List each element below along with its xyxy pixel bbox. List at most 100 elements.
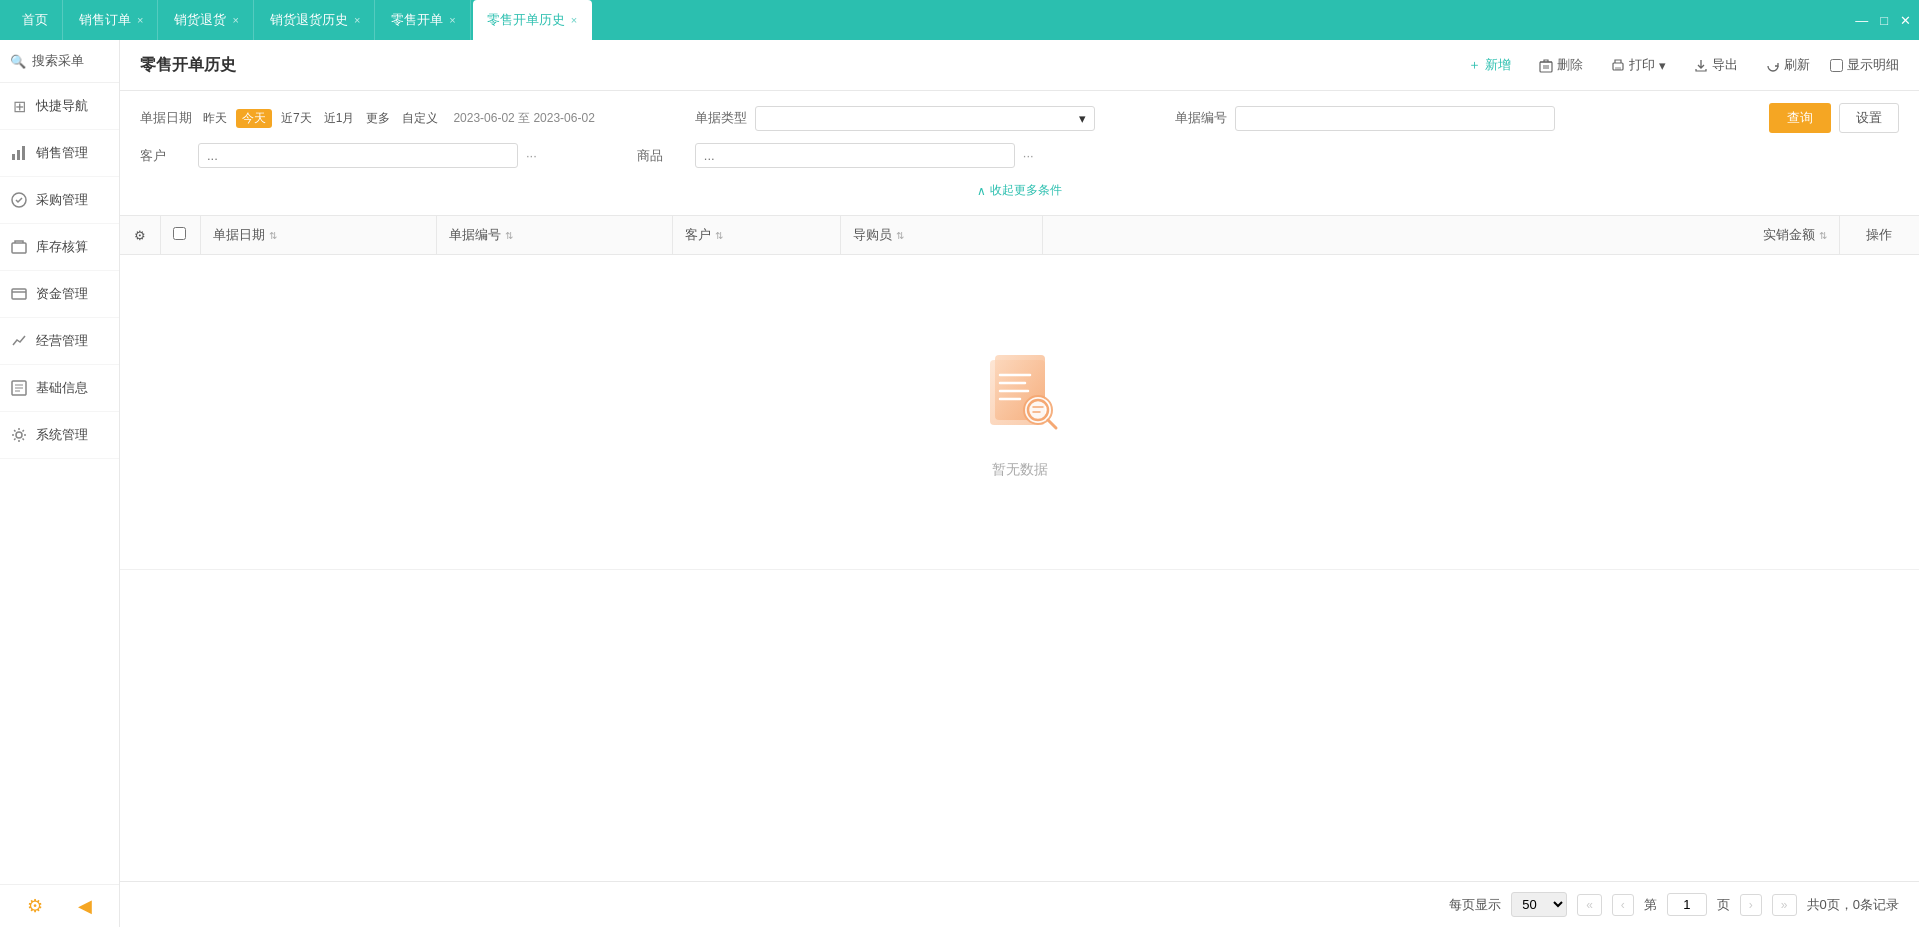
tab-sales-order[interactable]: 销售订单 × <box>65 0 158 40</box>
data-table: ⚙ 单据日期 ⇅ 单据编号 <box>120 216 1919 570</box>
svg-point-7 <box>16 432 22 438</box>
table-head: ⚙ 单据日期 ⇅ 单据编号 <box>120 216 1919 255</box>
th-customer-sort-icon: ⇅ <box>715 230 723 241</box>
delete-button[interactable]: 删除 <box>1531 52 1591 78</box>
th-guide-label: 导购员 <box>853 226 892 244</box>
type-select[interactable]: ▾ <box>755 106 1095 131</box>
customer-input[interactable] <box>198 143 518 168</box>
export-button[interactable]: 导出 <box>1686 52 1746 78</box>
tab-sales-order-close[interactable]: × <box>137 14 143 26</box>
tab-retail-open-close[interactable]: × <box>449 14 455 26</box>
sidebar-item-operations-label: 经营管理 <box>36 332 88 350</box>
print-icon <box>1611 57 1625 73</box>
sidebar-item-finance[interactable]: 资金管理 <box>0 271 119 318</box>
table-settings-icon[interactable]: ⚙ <box>134 228 146 243</box>
first-page-btn[interactable]: « <box>1577 894 1602 916</box>
refresh-label: 刷新 <box>1784 56 1810 74</box>
refresh-button[interactable]: 刷新 <box>1758 52 1818 78</box>
tab-retail-open[interactable]: 零售开单 × <box>377 0 470 40</box>
add-button[interactable]: ＋ 新增 <box>1460 52 1519 78</box>
page-input[interactable] <box>1667 893 1707 916</box>
next-page-btn[interactable]: › <box>1740 894 1762 916</box>
content-area: 零售开单历史 ＋ 新增 删除 <box>120 40 1919 927</box>
tab-sales-return-history-close[interactable]: × <box>354 14 360 26</box>
date-today[interactable]: 今天 <box>236 109 272 128</box>
setting-button[interactable]: 设置 <box>1839 103 1899 133</box>
collapse-button[interactable]: ∧ 收起更多条件 <box>140 178 1899 203</box>
sidebar-collapse-icon[interactable]: ◀ <box>78 895 92 917</box>
goods-input[interactable] <box>695 143 1015 168</box>
sidebar-item-inventory-label: 库存核算 <box>36 238 88 256</box>
th-settings[interactable]: ⚙ <box>120 216 160 255</box>
date-yesterday[interactable]: 昨天 <box>200 109 230 128</box>
th-checkbox[interactable] <box>160 216 200 255</box>
sidebar-item-inventory[interactable]: 库存核算 <box>0 224 119 271</box>
window-min-btn[interactable]: — <box>1855 13 1868 28</box>
sidebar-item-sales-mgmt[interactable]: 销售管理 <box>0 130 119 177</box>
sidebar-settings-icon[interactable]: ⚙ <box>27 895 43 917</box>
sidebar-item-quick-nav[interactable]: ⊞ 快捷导航 <box>0 83 119 130</box>
purchase-mgmt-icon <box>10 191 28 209</box>
table-body: 暂无数据 <box>120 255 1919 570</box>
print-label: 打印 <box>1629 56 1655 74</box>
tab-retail-open-history[interactable]: 零售开单历史 × <box>473 0 592 40</box>
th-amount-sort[interactable]: 实销金额 ⇅ <box>1055 226 1827 244</box>
sidebar-item-base-info-label: 基础信息 <box>36 379 88 397</box>
goods-ellipsis-icon[interactable]: ··· <box>1023 148 1034 163</box>
export-icon <box>1694 57 1708 73</box>
sidebar-item-finance-label: 资金管理 <box>36 285 88 303</box>
type-select-arrow: ▾ <box>1079 111 1086 126</box>
delete-label: 删除 <box>1557 56 1583 74</box>
delete-icon <box>1539 57 1553 73</box>
tab-sales-return-label: 销货退货 <box>174 11 226 29</box>
per-page-select[interactable]: 50 10 20 100 <box>1511 892 1567 917</box>
last-page-btn[interactable]: » <box>1772 894 1797 916</box>
date-7days[interactable]: 近7天 <box>278 109 315 128</box>
window-close-btn[interactable]: ✕ <box>1900 13 1911 28</box>
th-date-sort[interactable]: 单据日期 ⇅ <box>213 226 424 244</box>
th-amount-sort-icon: ⇅ <box>1819 230 1827 241</box>
th-customer[interactable]: 客户 ⇅ <box>673 216 840 255</box>
select-all-checkbox[interactable] <box>173 227 186 240</box>
window-max-btn[interactable]: □ <box>1880 13 1888 28</box>
inventory-icon <box>10 238 28 256</box>
tab-home[interactable]: 首页 <box>8 0 63 40</box>
th-date[interactable]: 单据日期 ⇅ <box>200 216 436 255</box>
th-number-sort[interactable]: 单据编号 ⇅ <box>449 226 660 244</box>
tab-retail-open-history-label: 零售开单历史 <box>487 11 565 29</box>
print-button[interactable]: 打印 ▾ <box>1603 52 1674 78</box>
page-header: 零售开单历史 ＋ 新增 删除 <box>120 40 1919 91</box>
svg-rect-10 <box>1615 67 1621 70</box>
display-detail-checkbox[interactable]: 显示明细 <box>1830 56 1899 74</box>
tab-sales-return-history[interactable]: 销货退货历史 × <box>256 0 375 40</box>
date-custom[interactable]: 自定义 <box>399 109 441 128</box>
number-input[interactable] <box>1235 106 1555 131</box>
th-guide-sort[interactable]: 导购员 ⇅ <box>853 226 1030 244</box>
query-button[interactable]: 查询 <box>1769 103 1831 133</box>
sidebar-search[interactable]: 🔍 搜索采单 <box>0 40 119 83</box>
tab-retail-open-history-close[interactable]: × <box>571 14 577 26</box>
svg-rect-0 <box>12 154 15 160</box>
th-amount[interactable]: 实销金额 ⇅ <box>1042 216 1839 255</box>
nav-tabs: 首页 销售订单 × 销货退货 × 销货退货历史 × 零售开单 × 零售开单历史 … <box>8 0 1855 40</box>
tab-sales-return-close[interactable]: × <box>232 14 238 26</box>
pagination-bar: 每页显示 50 10 20 100 « ‹ 第 页 › » 共0页，0条记录 <box>120 881 1919 927</box>
customer-ellipsis-icon[interactable]: ··· <box>526 148 537 163</box>
tab-sales-return[interactable]: 销货退货 × <box>160 0 253 40</box>
th-number[interactable]: 单据编号 ⇅ <box>436 216 672 255</box>
sidebar-item-purchase-mgmt[interactable]: 采购管理 <box>0 177 119 224</box>
date-more[interactable]: 更多 <box>363 109 393 128</box>
table-container: ⚙ 单据日期 ⇅ 单据编号 <box>120 216 1919 881</box>
date-shortcuts: 昨天 今天 近7天 近1月 更多 自定义 <box>200 109 441 128</box>
sidebar-item-base-info[interactable]: 基础信息 <box>0 365 119 412</box>
base-info-icon <box>10 379 28 397</box>
prev-page-btn[interactable]: ‹ <box>1612 894 1634 916</box>
sidebar-item-operations[interactable]: 经营管理 <box>0 318 119 365</box>
date-1month[interactable]: 近1月 <box>321 109 358 128</box>
sidebar-item-system[interactable]: 系统管理 <box>0 412 119 459</box>
th-guide[interactable]: 导购员 ⇅ <box>840 216 1042 255</box>
display-detail-input[interactable] <box>1830 59 1843 72</box>
th-guide-sort-icon: ⇅ <box>896 230 904 241</box>
page-suffix: 页 <box>1717 896 1730 914</box>
th-customer-sort[interactable]: 客户 ⇅ <box>685 226 827 244</box>
